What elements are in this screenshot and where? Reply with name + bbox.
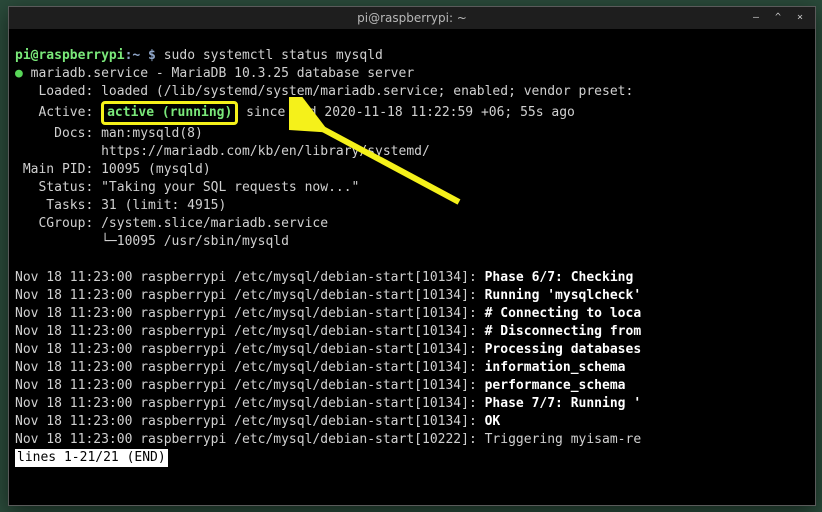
log-bold: performance_schema <box>485 378 626 393</box>
window-titlebar: pi@raspberrypi: ~ – ^ × <box>9 7 815 29</box>
active-running-text: active (running) <box>107 105 232 120</box>
cgroup-process-line: 10095 /usr/sbin/mysqld <box>117 234 289 249</box>
log-bold: information_schema <box>485 360 626 375</box>
prompt-user-host: pi@raspberrypi <box>15 48 125 63</box>
window-maximize-button[interactable]: ^ <box>769 9 787 27</box>
log-bold: Running 'mysqlcheck' <box>485 288 642 303</box>
log-bold: # Disconnecting from <box>485 324 642 339</box>
log-line: Nov 18 11:23:00 raspberrypi /etc/mysql/d… <box>15 396 485 411</box>
docs-line-2: https://mariadb.com/kb/en/library/system… <box>15 144 430 159</box>
pager-status-line: lines 1-21/21 (END) <box>15 449 168 467</box>
status-line: Status: "Taking your SQL requests now...… <box>15 180 359 195</box>
unit-name-line: mariadb.service - MariaDB 10.3.25 databa… <box>23 66 414 81</box>
log-bold: Phase 6/7: Checking <box>485 270 634 285</box>
log-line: Nov 18 11:23:00 raspberrypi /etc/mysql/d… <box>15 432 485 447</box>
log-line: Nov 18 11:23:00 raspberrypi /etc/mysql/d… <box>15 324 485 339</box>
active-label: Active: <box>15 105 101 120</box>
window-controls: – ^ × <box>747 9 809 27</box>
cgroup-tree-icon: └─ <box>15 234 117 249</box>
window-close-button[interactable]: × <box>791 9 809 27</box>
annotation-highlight-box: active (running) <box>101 101 238 125</box>
active-since-text: since Wed 2020-11-18 11:22:59 +06; 55s a… <box>238 105 575 120</box>
log-bold: # Connecting to loca <box>485 306 642 321</box>
log-line: Nov 18 11:23:00 raspberrypi /etc/mysql/d… <box>15 414 485 429</box>
tasks-line: Tasks: 31 (limit: 4915) <box>15 198 226 213</box>
log-line: Nov 18 11:23:00 raspberrypi /etc/mysql/d… <box>15 378 485 393</box>
log-line: Nov 18 11:23:00 raspberrypi /etc/mysql/d… <box>15 288 485 303</box>
cgroup-line: CGroup: /system.slice/mariadb.service <box>15 216 328 231</box>
docs-line-1: Docs: man:mysqld(8) <box>15 126 203 141</box>
window-title: pi@raspberrypi: ~ <box>9 9 815 27</box>
terminal-window: pi@raspberrypi: ~ – ^ × pi@raspberrypi:~… <box>8 6 816 506</box>
log-bold: OK <box>485 414 501 429</box>
window-minimize-button[interactable]: – <box>747 9 765 27</box>
log-plain-tail: Triggering myisam-re <box>485 432 642 447</box>
loaded-line: Loaded: loaded (/lib/systemd/system/mari… <box>15 84 633 99</box>
command-text: sudo systemctl status mysqld <box>164 48 383 63</box>
log-bold: Phase 7/7: Running ' <box>485 396 642 411</box>
log-line: Nov 18 11:23:00 raspberrypi /etc/mysql/d… <box>15 360 485 375</box>
active-dot-icon: ● <box>15 66 23 81</box>
prompt-dollar: $ <box>140 48 163 63</box>
main-pid-line: Main PID: 10095 (mysqld) <box>15 162 211 177</box>
log-line: Nov 18 11:23:00 raspberrypi /etc/mysql/d… <box>15 342 485 357</box>
terminal-body[interactable]: pi@raspberrypi:~ $ sudo systemctl status… <box>9 29 815 505</box>
log-line: Nov 18 11:23:00 raspberrypi /etc/mysql/d… <box>15 270 485 285</box>
log-bold: Processing databases <box>485 342 642 357</box>
log-line: Nov 18 11:23:00 raspberrypi /etc/mysql/d… <box>15 306 485 321</box>
